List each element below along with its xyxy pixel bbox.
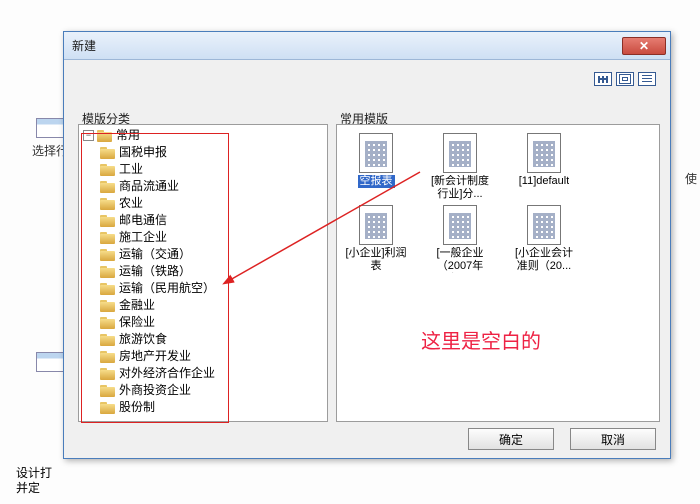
tree-item[interactable]: 农业 [100,195,327,212]
tree-item-label: 商品流通业 [119,178,179,195]
tree-item[interactable]: 工业 [100,161,327,178]
template-label: [新会计制度行业]分... [427,175,493,201]
tree-item[interactable]: 施工企业 [100,229,327,246]
template-item[interactable]: [新会计制度行业]分... [427,133,493,201]
folder-icon [100,249,115,261]
folder-icon [100,266,115,278]
category-tree-panel: − 常用 国税申报 工业 商品流通业 农业 邮电通信 施工企业 运输（交通） 运… [78,124,328,422]
tree-item[interactable]: 邮电通信 [100,212,327,229]
folder-icon [100,147,115,159]
titlebar: 新建 ✕ [64,32,670,60]
folder-icon [100,232,115,244]
bg-item-2: 使 [682,170,700,187]
folder-icon [100,351,115,363]
tree-item[interactable]: 运输（铁路） [100,263,327,280]
bg-item-3-text: 设计打并定 [16,466,52,496]
folder-icon [100,334,115,346]
tree-item-label: 旅游饮食 [119,331,167,348]
template-item[interactable]: 空报表 [343,133,409,201]
report-icon [443,205,477,245]
tree-item-label: 保险业 [119,314,155,331]
folder-icon [100,283,115,295]
tree-item-label: 工业 [119,161,143,178]
view-switcher [594,72,656,86]
tree-item-label: 运输（铁路） [119,263,191,280]
folder-icon [100,181,115,193]
tree-item-label: 邮电通信 [119,212,167,229]
template-label: 空报表 [358,175,395,188]
template-label: [一般企业（2007年新... [427,247,493,273]
tree-item[interactable]: 对外经济合作企业 [100,365,327,382]
cancel-button[interactable]: 取消 [570,428,656,450]
report-icon [527,205,561,245]
tree-item-label: 金融业 [119,297,155,314]
tree-item-label: 房地产开发业 [119,348,191,365]
button-row: 确定 取消 [468,428,656,450]
close-icon: ✕ [639,39,649,53]
cancel-label: 取消 [601,431,625,448]
folder-icon [100,368,115,380]
report-icon [527,133,561,173]
folder-icon [100,198,115,210]
expander-icon[interactable]: − [83,130,94,141]
tree-item[interactable]: 运输（交通） [100,246,327,263]
view-icon-grid[interactable] [616,72,634,86]
tree-item-label: 对外经济合作企业 [119,365,215,382]
folder-icon [100,215,115,227]
tree-item-label: 农业 [119,195,143,212]
template-item[interactable]: [小企业会计准则（20... [511,205,577,273]
tree-item[interactable]: 商品流通业 [100,178,327,195]
template-label: [小企业会计准则（20... [511,247,577,273]
report-icon [443,133,477,173]
folder-icon [100,300,115,312]
template-label: [11]default [519,175,570,188]
tree-item-label: 外商投资企业 [119,382,191,399]
tree-item[interactable]: 外商投资企业 [100,382,327,399]
template-item[interactable]: [一般企业（2007年新... [427,205,493,273]
tree-item-label: 施工企业 [119,229,167,246]
tree-item-label: 运输（交通） [119,246,191,263]
tree-item[interactable]: 旅游饮食 [100,331,327,348]
report-icon [359,205,393,245]
tree-scroll[interactable]: − 常用 国税申报 工业 商品流通业 农业 邮电通信 施工企业 运输（交通） 运… [79,125,327,421]
bg-label: 使 [685,170,697,187]
view-icon-list[interactable] [638,72,656,86]
view-icon-columns[interactable] [594,72,612,86]
template-item[interactable]: [小企业]利润表 [343,205,409,273]
tree-item-label: 运输（民用航空） [119,280,215,297]
dialog-title: 新建 [72,37,96,54]
report-icon [359,133,393,173]
folder-icon [100,164,115,176]
tree-item[interactable]: 股份制 [100,399,327,416]
tree-item[interactable]: 国税申报 [100,144,327,161]
tree-item[interactable]: 保险业 [100,314,327,331]
template-item[interactable]: [11]default [511,133,577,201]
close-button[interactable]: ✕ [622,37,666,55]
tree-item[interactable]: 金融业 [100,297,327,314]
folder-icon [100,402,115,414]
ok-label: 确定 [499,431,523,448]
table-icon [36,352,64,372]
tree-root-label[interactable]: 常用 [116,127,140,144]
tree-item[interactable]: 房地产开发业 [100,348,327,365]
folder-icon [100,385,115,397]
template-panel: 空报表 [新会计制度行业]分... [11]default [小企业]利润表 [… [336,124,660,422]
tree-item[interactable]: 运输（民用航空） [100,280,327,297]
table-icon [36,118,64,138]
folder-icon [97,130,112,142]
tree-item-label: 国税申报 [119,144,167,161]
new-dialog: 新建 ✕ 模版分类 常用模版 − 常用 国税申报 工业 商品流通业 农业 邮电通… [63,31,671,459]
template-label: [小企业]利润表 [343,247,409,273]
ok-button[interactable]: 确定 [468,428,554,450]
folder-icon [100,317,115,329]
annotation-text: 这里是空白的 [421,325,541,354]
tree-item-label: 股份制 [119,399,155,416]
